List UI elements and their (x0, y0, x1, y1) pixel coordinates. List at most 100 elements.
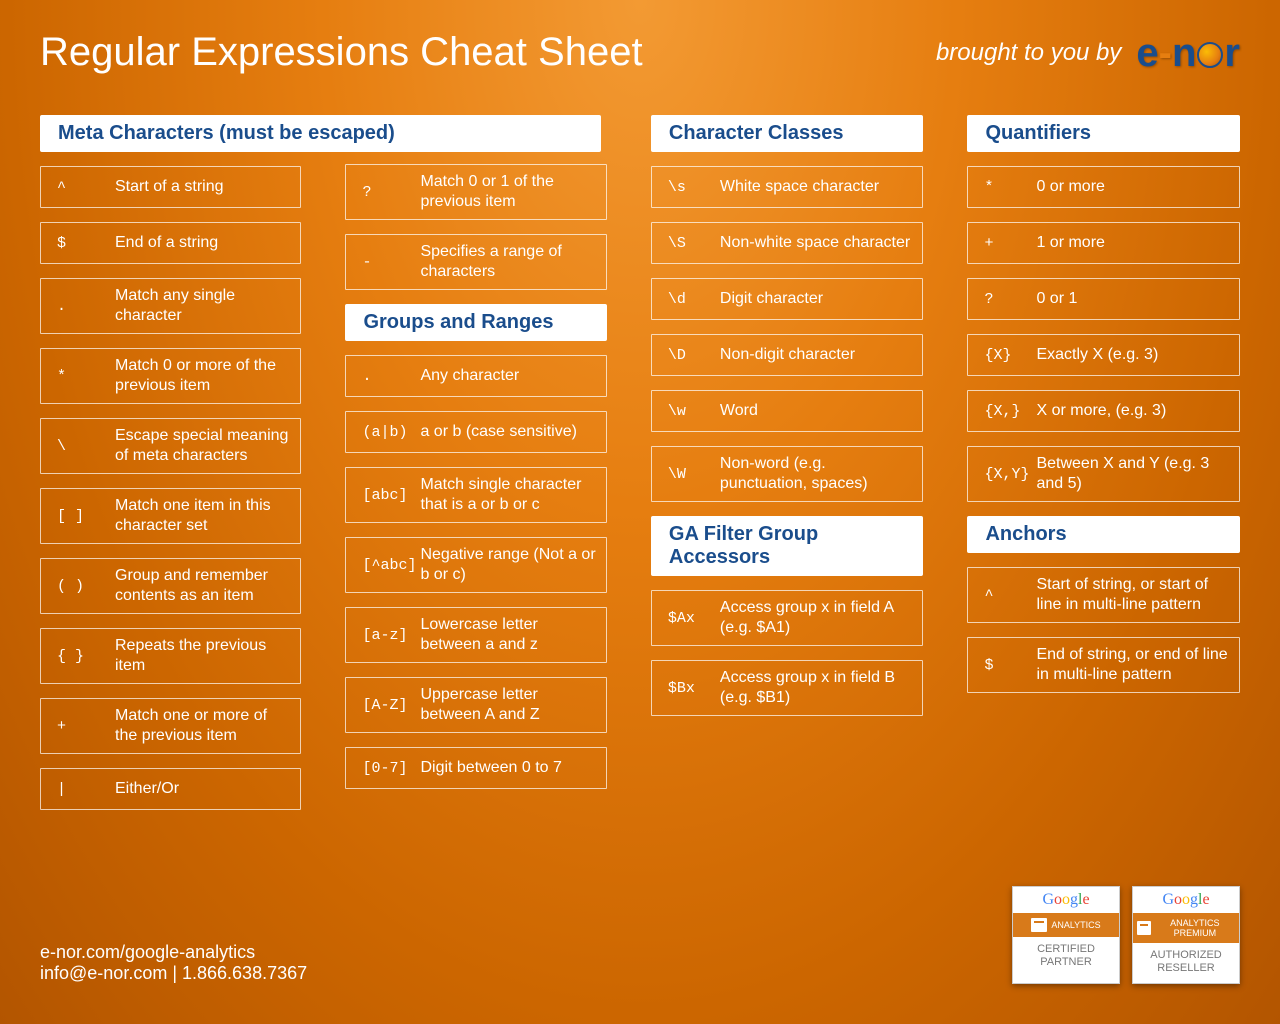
badge-authorized-reseller: Google ANALYTICS PREMIUM AUTHORIZED RESE… (1132, 886, 1240, 984)
google-logo-icon: Google (1013, 887, 1119, 913)
regex-symbol: . (362, 368, 420, 385)
regex-description: End of string, or end of line in multi-l… (1036, 645, 1229, 685)
regex-item: [A-Z]Uppercase letter between A and Z (345, 677, 606, 733)
regex-description: Access group x in field B (e.g. $B1) (720, 668, 913, 708)
regex-symbol: {X,Y} (984, 466, 1036, 483)
footer-contact: info@e-nor.com | 1.866.638.7367 (40, 963, 307, 984)
regex-symbol: * (57, 368, 115, 385)
regex-symbol: [ ] (57, 508, 115, 525)
regex-item: \sWhite space character (651, 166, 924, 208)
section-classes: Character Classes (651, 115, 924, 152)
regex-item: (a|b)a or b (case sensitive) (345, 411, 606, 453)
regex-item: $BxAccess group x in field B (e.g. $B1) (651, 660, 924, 716)
regex-item: ^Start of string, or start of line in mu… (967, 567, 1240, 623)
regex-item: +1 or more (967, 222, 1240, 264)
regex-symbol: ? (362, 184, 420, 201)
regex-description: Lowercase letter between a and z (420, 615, 595, 655)
regex-item: ( )Group and remember contents as an ite… (40, 558, 301, 614)
regex-symbol: + (984, 235, 1036, 252)
regex-symbol: [abc] (362, 487, 420, 504)
footer: e-nor.com/google-analytics info@e-nor.co… (40, 942, 307, 984)
regex-description: Access group x in field A (e.g. $A1) (720, 598, 913, 638)
regex-item: [a-z]Lowercase letter between a and z (345, 607, 606, 663)
regex-symbol: ^ (57, 179, 115, 196)
regex-description: Non-digit character (720, 345, 855, 365)
regex-symbol: - (362, 254, 420, 271)
regex-item: {X,}X or more, (e.g. 3) (967, 390, 1240, 432)
regex-symbol: {X} (984, 347, 1036, 364)
regex-symbol: (a|b) (362, 424, 420, 441)
regex-description: Match one item in this character set (115, 496, 290, 536)
regex-description: 1 or more (1036, 233, 1104, 253)
regex-description: Non-word (e.g. punctuation, spaces) (720, 454, 913, 494)
regex-description: Escape special meaning of meta character… (115, 426, 290, 466)
header: Regular Expressions Cheat Sheet brought … (0, 0, 1280, 95)
regex-item: \WNon-word (e.g. punctuation, spaces) (651, 446, 924, 502)
enor-logo: e-nr (1136, 31, 1240, 75)
regex-symbol: $ (57, 235, 115, 252)
footer-url: e-nor.com/google-analytics (40, 942, 307, 963)
regex-description: a or b (case sensitive) (420, 422, 577, 442)
section-anchors: Anchors (967, 516, 1240, 553)
regex-description: Digit between 0 to 7 (420, 758, 561, 778)
regex-description: Start of a string (115, 177, 224, 197)
regex-item: \DNon-digit character (651, 334, 924, 376)
regex-item: \dDigit character (651, 278, 924, 320)
regex-item: $End of a string (40, 222, 301, 264)
regex-description: White space character (720, 177, 879, 197)
regex-description: Match any single character (115, 286, 290, 326)
regex-item: ?Match 0 or 1 of the previous item (345, 164, 606, 220)
regex-item: ?0 or 1 (967, 278, 1240, 320)
regex-item: ^Start of a string (40, 166, 301, 208)
regex-description: Negative range (Not a or b or c) (420, 545, 595, 585)
regex-symbol: \d (668, 291, 720, 308)
book-icon (1137, 921, 1151, 935)
regex-symbol: [A-Z] (362, 697, 420, 714)
regex-description: Uppercase letter between A and Z (420, 685, 595, 725)
regex-description: Match 0 or more of the previous item (115, 356, 290, 396)
regex-item: +Match one or more of the previous item (40, 698, 301, 754)
content: Meta Characters (must be escaped) ^Start… (0, 95, 1280, 830)
regex-item: *0 or more (967, 166, 1240, 208)
regex-symbol: ^ (984, 587, 1036, 604)
regex-symbol: \S (668, 235, 720, 252)
regex-description: Repeats the previous item (115, 636, 290, 676)
page-title: Regular Expressions Cheat Sheet (40, 30, 643, 75)
regex-description: Word (720, 401, 758, 421)
book-icon (1031, 918, 1047, 932)
regex-item: { }Repeats the previous item (40, 628, 301, 684)
regex-symbol: . (57, 298, 115, 315)
regex-item: \Escape special meaning of meta characte… (40, 418, 301, 474)
regex-symbol: $ (984, 657, 1036, 674)
regex-description: Between X and Y (e.g. 3 and 5) (1036, 454, 1229, 494)
regex-description: Match 0 or 1 of the previous item (420, 172, 595, 212)
regex-description: 0 or 1 (1036, 289, 1077, 309)
regex-item: [0-7]Digit between 0 to 7 (345, 747, 606, 789)
regex-symbol: \ (57, 438, 115, 455)
regex-item: .Any character (345, 355, 606, 397)
regex-description: Non-white space character (720, 233, 910, 253)
regex-symbol: {X,} (984, 403, 1036, 420)
regex-symbol: * (984, 179, 1036, 196)
regex-item: \SNon-white space character (651, 222, 924, 264)
regex-description: Exactly X (e.g. 3) (1036, 345, 1158, 365)
regex-description: Digit character (720, 289, 823, 309)
section-groups: Groups and Ranges (345, 304, 606, 341)
regex-symbol: ( ) (57, 578, 115, 595)
regex-item: .Match any single character (40, 278, 301, 334)
column-4: Quantifiers *0 or more+1 or more?0 or 1{… (967, 115, 1240, 810)
column-2: ?Match 0 or 1 of the previous item -Speci… (345, 115, 606, 810)
regex-description: Match one or more of the previous item (115, 706, 290, 746)
regex-item: [abc]Match single character that is a or… (345, 467, 606, 523)
regex-item: [ ]Match one item in this character set (40, 488, 301, 544)
regex-item: [^abc]Negative range (Not a or b or c) (345, 537, 606, 593)
brought-text: brought to you by (936, 39, 1121, 67)
regex-description: Start of string, or start of line in mul… (1036, 575, 1229, 615)
section-meta: Meta Characters (must be escaped) (40, 115, 601, 152)
globe-icon (1197, 42, 1223, 68)
badges: Google ANALYTICS CERTIFIED PARTNER Googl… (1012, 886, 1240, 984)
regex-symbol: $Bx (668, 680, 720, 697)
regex-symbol: + (57, 718, 115, 735)
regex-description: Match single character that is a or b or… (420, 475, 595, 515)
regex-description: Specifies a range of characters (420, 242, 595, 282)
